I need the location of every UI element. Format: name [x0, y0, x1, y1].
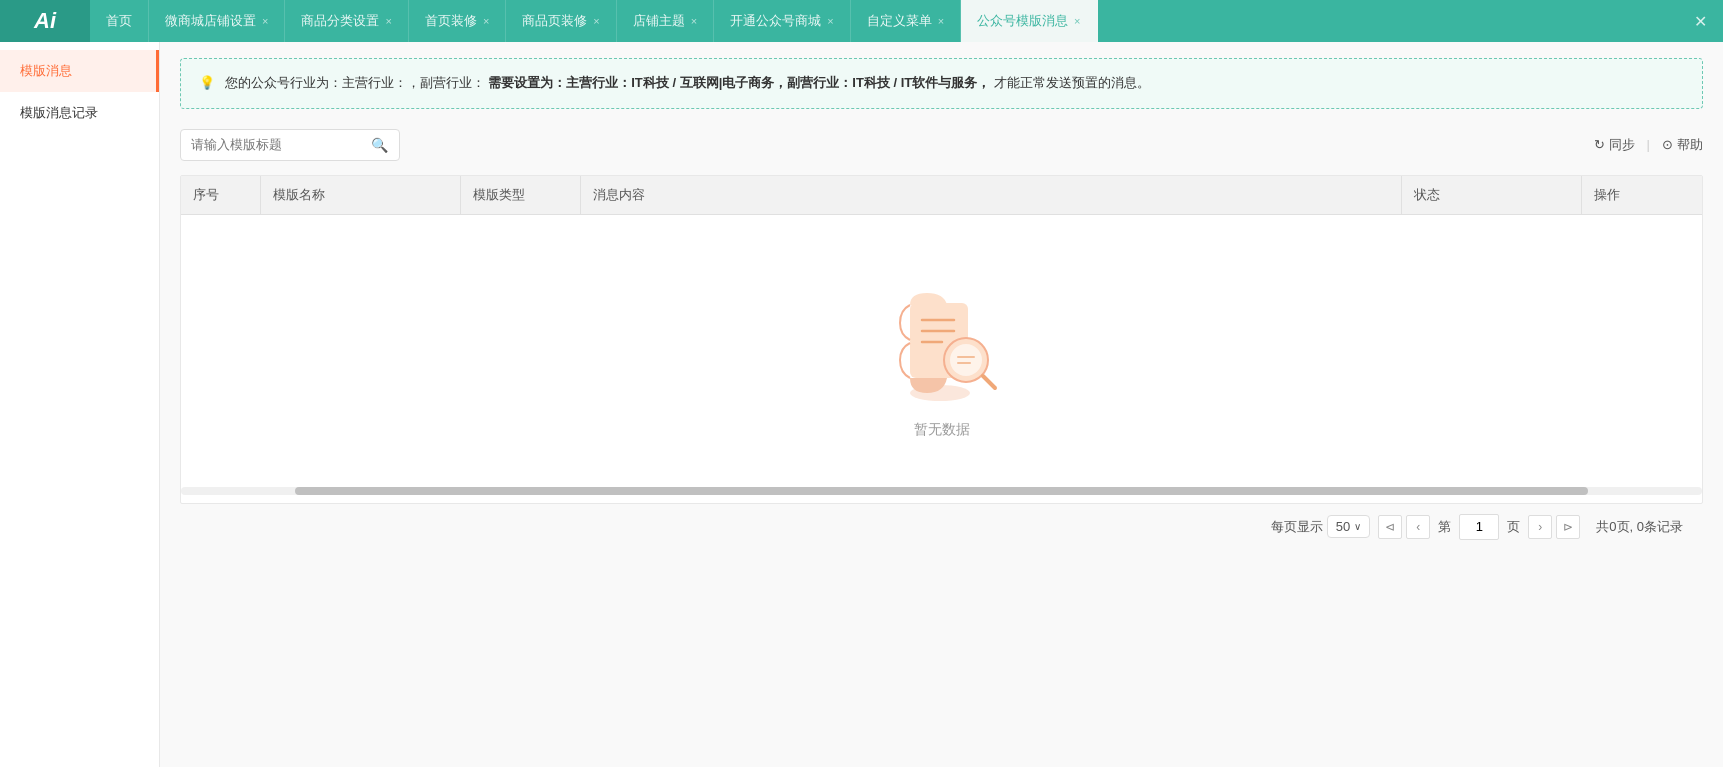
- help-button[interactable]: ⊙ 帮助: [1662, 136, 1703, 154]
- dropdown-icon: ∨: [1354, 521, 1361, 532]
- empty-text: 暂无数据: [914, 421, 970, 439]
- tab-label-custom-menu: 自定义菜单: [867, 12, 932, 30]
- tab-label-product-decoration: 商品页装修: [522, 12, 587, 30]
- first-page-button[interactable]: ⊲: [1378, 515, 1402, 539]
- col-status: 状态: [1402, 176, 1582, 214]
- notice-highlight: 需要设置为：主营行业：IT科技 / 互联网|电子商务，副营行业：IT科技 / I…: [488, 75, 990, 90]
- tab-home-decoration[interactable]: 首页装修 ×: [409, 0, 506, 42]
- tab-home[interactable]: 首页: [90, 0, 149, 42]
- tab-wshop-settings[interactable]: 微商城店铺设置 ×: [149, 0, 285, 42]
- tab-label-home-decoration: 首页装修: [425, 12, 477, 30]
- page-input[interactable]: [1459, 514, 1499, 540]
- col-action: 操作: [1582, 176, 1702, 214]
- svg-point-6: [950, 344, 982, 376]
- sidebar: 模版消息模版消息记录: [0, 42, 160, 767]
- help-icon: ⊙: [1662, 137, 1673, 152]
- sidebar-item-template-msg[interactable]: 模版消息: [0, 50, 159, 92]
- col-type: 模版类型: [461, 176, 581, 214]
- tab-label-mp-template-msg: 公众号模版消息: [977, 12, 1068, 30]
- search-input[interactable]: [191, 137, 371, 152]
- sync-icon: ↻: [1594, 137, 1605, 152]
- search-icon[interactable]: 🔍: [371, 137, 388, 153]
- tab-custom-menu[interactable]: 自定义菜单 ×: [851, 0, 961, 42]
- tab-label-wshop-settings: 微商城店铺设置: [165, 12, 256, 30]
- last-page-button[interactable]: ⊳: [1556, 515, 1580, 539]
- notice-icon: 💡: [199, 75, 215, 90]
- tab-bar: Ai 首页微商城店铺设置×商品分类设置×首页装修×商品页装修×店铺主题×开通公众…: [0, 0, 1723, 42]
- svg-line-7: [983, 376, 995, 388]
- per-page-value: 50: [1336, 519, 1350, 534]
- next-page-button[interactable]: ›: [1528, 515, 1552, 539]
- tab-product-decoration[interactable]: 商品页装修 ×: [506, 0, 616, 42]
- tab-close-mp-template-msg[interactable]: ×: [1074, 15, 1080, 27]
- per-page-dropdown[interactable]: 50 ∨: [1327, 515, 1370, 538]
- sync-button[interactable]: ↻ 同步: [1594, 136, 1635, 154]
- table-header: 序号 模版名称 模版类型 消息内容 状态 操作: [181, 176, 1702, 215]
- tab-category-settings[interactable]: 商品分类设置 ×: [285, 0, 408, 42]
- page-summary: 共0页, 0条记录: [1596, 518, 1683, 536]
- pagination: 每页显示 50 ∨ ⊲ ‹ 第 页 › ⊳ 共0页, 0条记录: [180, 504, 1703, 550]
- per-page-select: 每页显示 50 ∨: [1271, 515, 1370, 538]
- empty-illustration: [882, 275, 1002, 405]
- tab-close-open-mp-shop[interactable]: ×: [827, 15, 833, 27]
- col-seq: 序号: [181, 176, 261, 214]
- tab-close-custom-menu[interactable]: ×: [938, 15, 944, 27]
- tab-close-home-decoration[interactable]: ×: [483, 15, 489, 27]
- col-name: 模版名称: [261, 176, 461, 214]
- tab-close-store-theme[interactable]: ×: [691, 15, 697, 27]
- tab-mp-template-msg[interactable]: 公众号模版消息 ×: [961, 0, 1097, 42]
- scrollbar-area[interactable]: [181, 487, 1702, 495]
- table: 序号 模版名称 模版类型 消息内容 状态 操作: [180, 175, 1703, 504]
- content-area: 💡 您的公众号行业为：主营行业：，副营行业： 需要设置为：主营行业：IT科技 /…: [160, 42, 1723, 767]
- main-layout: 模版消息模版消息记录 💡 您的公众号行业为：主营行业：，副营行业： 需要设置为：…: [0, 42, 1723, 767]
- close-all-button[interactable]: ✕: [1678, 12, 1723, 31]
- tab-close-category-settings[interactable]: ×: [385, 15, 391, 27]
- search-input-wrap: 🔍: [180, 129, 400, 161]
- notice-prefix: 您的公众号行业为：主营行业：，副营行业：: [225, 75, 485, 90]
- col-content: 消息内容: [581, 176, 1402, 214]
- sidebar-item-template-msg-records[interactable]: 模版消息记录: [0, 92, 159, 134]
- tab-close-wshop-settings[interactable]: ×: [262, 15, 268, 27]
- page-label: 第: [1438, 518, 1451, 536]
- tab-close-product-decoration[interactable]: ×: [593, 15, 599, 27]
- tab-label-category-settings: 商品分类设置: [301, 12, 379, 30]
- tab-store-theme[interactable]: 店铺主题 ×: [617, 0, 714, 42]
- toolbar-right: ↻ 同步 | ⊙ 帮助: [1594, 136, 1703, 154]
- divider: |: [1647, 137, 1650, 152]
- app-logo: Ai: [0, 0, 90, 42]
- prev-page-button[interactable]: ‹: [1406, 515, 1430, 539]
- scrollbar-thumb: [295, 487, 1588, 495]
- tab-open-mp-shop[interactable]: 开通公众号商城 ×: [714, 0, 850, 42]
- tab-label-open-mp-shop: 开通公众号商城: [730, 12, 821, 30]
- notice-suffix: 才能正常发送预置的消息。: [994, 75, 1150, 90]
- tab-label-home: 首页: [106, 12, 132, 30]
- notice-banner: 💡 您的公众号行业为：主营行业：，副营行业： 需要设置为：主营行业：IT科技 /…: [180, 58, 1703, 109]
- empty-state: 暂无数据: [181, 215, 1702, 479]
- per-page-label: 每页显示: [1271, 518, 1323, 536]
- search-bar: 🔍 ↻ 同步 | ⊙ 帮助: [180, 129, 1703, 161]
- tab-label-store-theme: 店铺主题: [633, 12, 685, 30]
- page-unit: 页: [1507, 518, 1520, 536]
- page-nav: ⊲ ‹ 第 页 › ⊳: [1378, 514, 1580, 540]
